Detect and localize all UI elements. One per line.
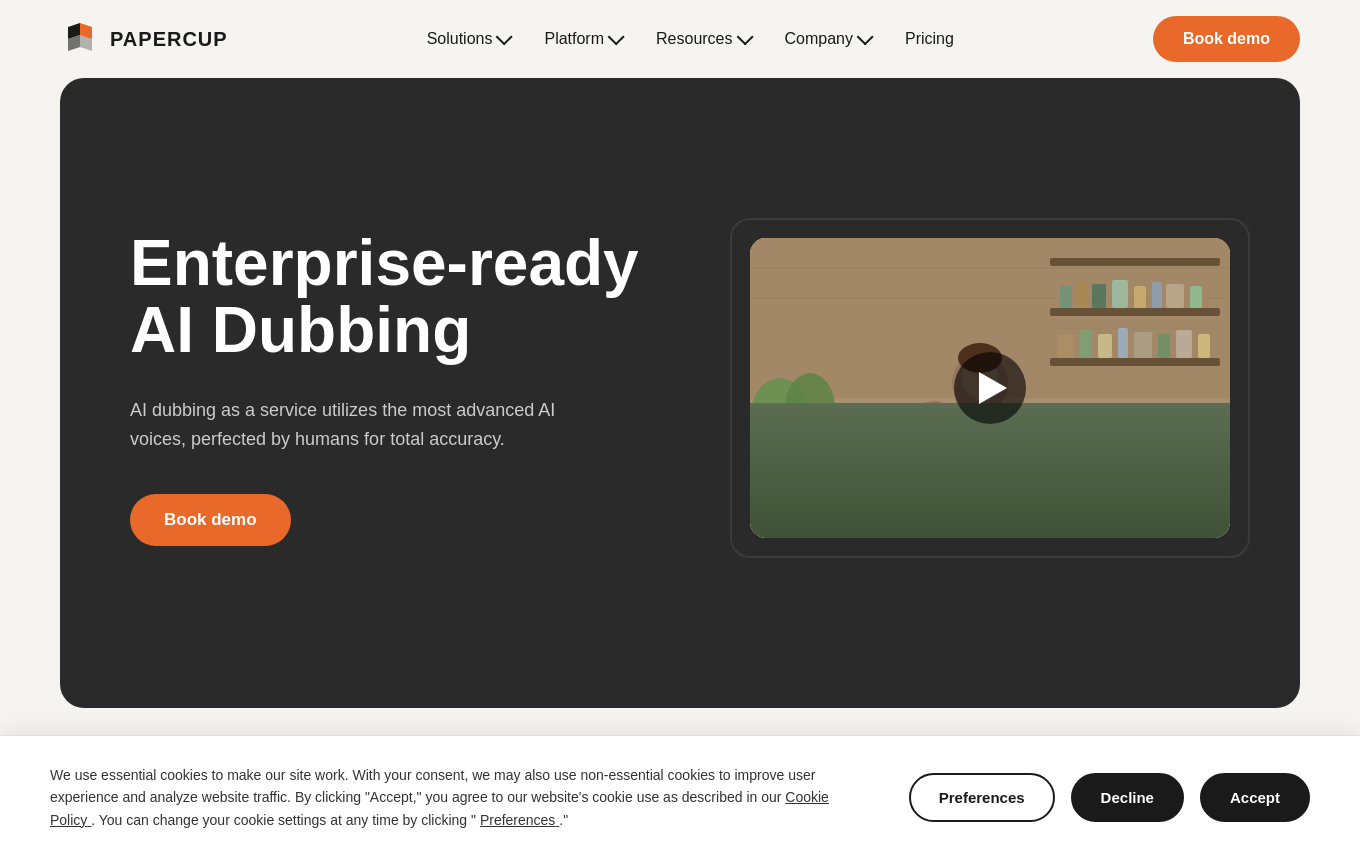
hero-video-container bbox=[750, 238, 1230, 538]
hero-title-line1: Enterprise-ready bbox=[130, 227, 639, 299]
nav-item-platform[interactable]: Platform bbox=[544, 30, 620, 48]
hero-video-wrapper[interactable] bbox=[750, 238, 1230, 538]
cookie-banner: We use essential cookies to make our sit… bbox=[0, 735, 1360, 859]
nav-pricing-label: Pricing bbox=[905, 30, 954, 48]
nav-platform-label: Platform bbox=[544, 30, 604, 48]
company-chevron-icon bbox=[857, 28, 874, 45]
cookie-text-close: ." bbox=[559, 812, 568, 828]
resources-chevron-icon bbox=[736, 28, 753, 45]
cookie-buttons: Preferences Decline Accept bbox=[909, 773, 1310, 822]
nav-item-company[interactable]: Company bbox=[785, 30, 869, 48]
cookie-text: We use essential cookies to make our sit… bbox=[50, 764, 869, 831]
cookie-preferences-button[interactable]: Preferences bbox=[909, 773, 1055, 822]
nav-resources-label: Resources bbox=[656, 30, 732, 48]
nav-resources-link[interactable]: Resources bbox=[656, 30, 748, 48]
hero-title: Enterprise-ready AI Dubbing bbox=[130, 230, 639, 364]
nav-solutions-link[interactable]: Solutions bbox=[427, 30, 509, 48]
cookie-accept-button[interactable]: Accept bbox=[1200, 773, 1310, 822]
play-button[interactable] bbox=[954, 352, 1026, 424]
hero-section: Enterprise-ready AI Dubbing AI dubbing a… bbox=[60, 78, 1300, 708]
cookie-text-end: . You can change your cookie settings at… bbox=[91, 812, 476, 828]
platform-chevron-icon bbox=[608, 28, 625, 45]
cookie-decline-button[interactable]: Decline bbox=[1071, 773, 1184, 822]
nav-solutions-label: Solutions bbox=[427, 30, 493, 48]
papercup-logo-icon bbox=[60, 19, 100, 59]
hero-title-line2: AI Dubbing bbox=[130, 294, 471, 366]
nav-platform-link[interactable]: Platform bbox=[544, 30, 620, 48]
hero-subtitle: AI dubbing as a service utilizes the mos… bbox=[130, 396, 560, 454]
play-icon bbox=[979, 372, 1007, 404]
nav-links: Solutions Platform Resources Company bbox=[427, 30, 954, 48]
nav-pricing-link[interactable]: Pricing bbox=[905, 30, 954, 48]
logo-text: PAPERCUP bbox=[110, 28, 228, 51]
nav-company-link[interactable]: Company bbox=[785, 30, 869, 48]
nav-item-resources[interactable]: Resources bbox=[656, 30, 748, 48]
cookie-preferences-inline-link[interactable]: Preferences bbox=[480, 812, 559, 828]
nav-item-pricing[interactable]: Pricing bbox=[905, 30, 954, 48]
nav-company-label: Company bbox=[785, 30, 853, 48]
nav-book-demo-button[interactable]: Book demo bbox=[1153, 16, 1300, 62]
navbar: PAPERCUP Solutions Platform Resources Co… bbox=[0, 0, 1360, 78]
video-play-overlay[interactable] bbox=[750, 238, 1230, 538]
solutions-chevron-icon bbox=[496, 28, 513, 45]
logo-link[interactable]: PAPERCUP bbox=[60, 19, 228, 59]
hero-content: Enterprise-ready AI Dubbing AI dubbing a… bbox=[130, 230, 639, 546]
cookie-text-main: We use essential cookies to make our sit… bbox=[50, 767, 815, 805]
nav-item-solutions[interactable]: Solutions bbox=[427, 30, 509, 48]
hero-book-demo-button[interactable]: Book demo bbox=[130, 494, 291, 546]
